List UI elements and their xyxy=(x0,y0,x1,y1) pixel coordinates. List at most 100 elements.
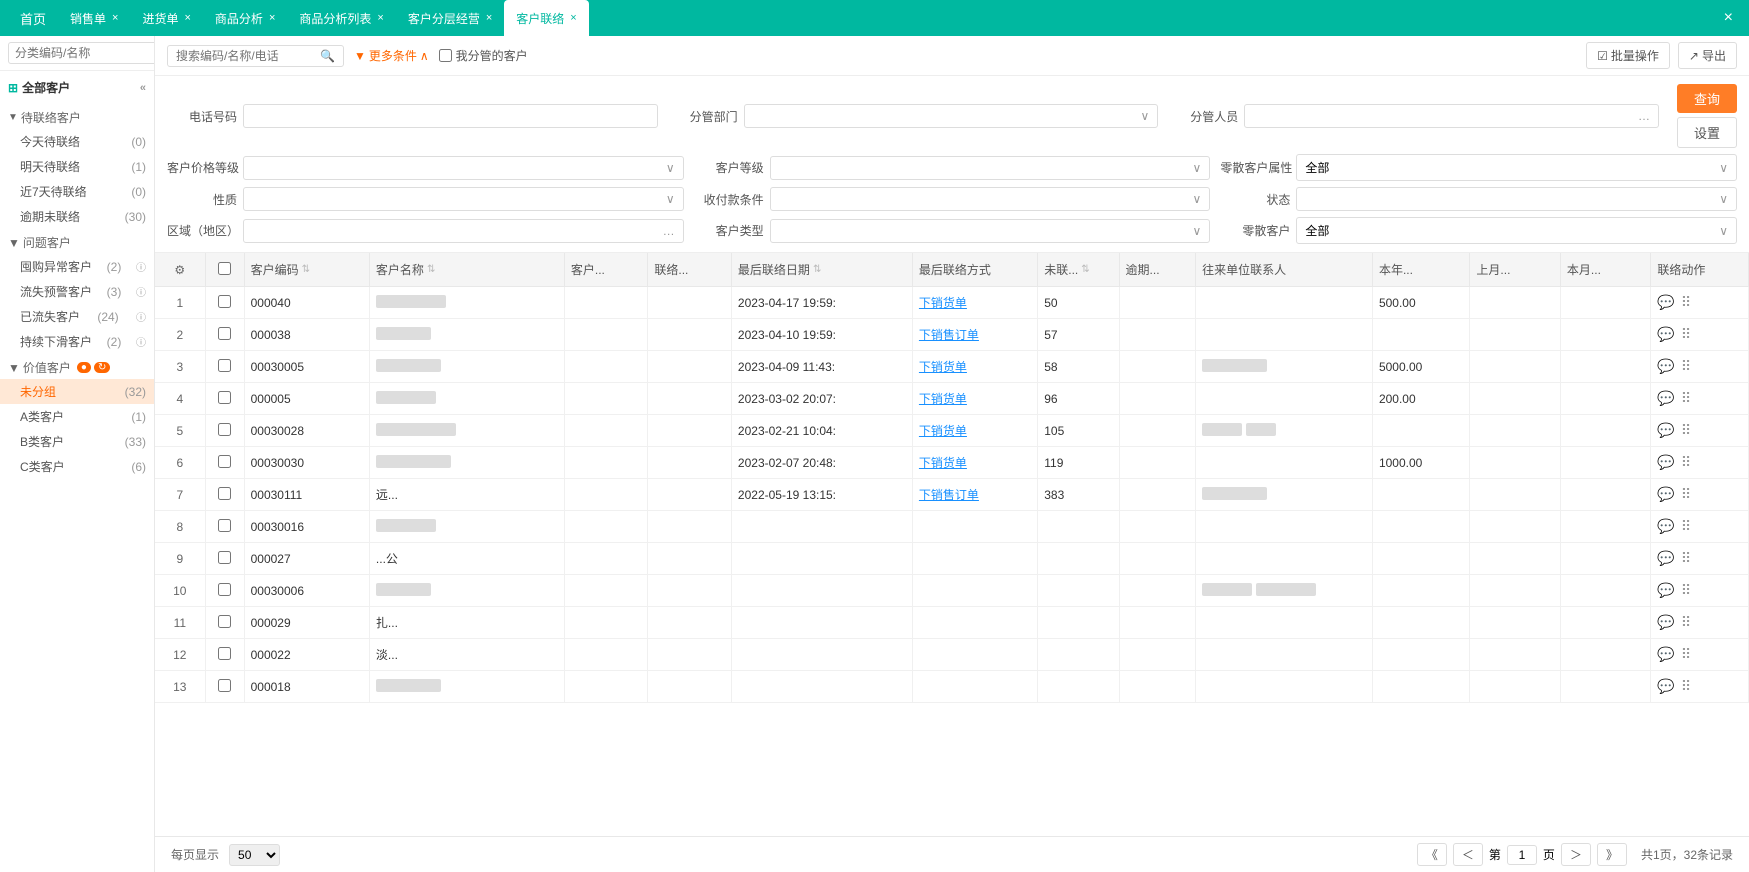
cell-lastway[interactable] xyxy=(912,607,1037,639)
adv-customerlevel-select[interactable]: ∨ xyxy=(770,156,1211,180)
action-more-icon[interactable]: ⠿ xyxy=(1681,390,1691,407)
action-chat-icon[interactable]: 💬 xyxy=(1657,646,1674,663)
export-button[interactable]: ↗ 导出 xyxy=(1678,42,1737,69)
last-page-btn[interactable]: 》 xyxy=(1597,843,1627,866)
cell-cb[interactable] xyxy=(205,383,244,415)
tab-customercontact[interactable]: 客户联络 × xyxy=(504,0,588,36)
cell-lastway[interactable] xyxy=(912,671,1037,703)
action-more-icon[interactable]: ⠿ xyxy=(1681,358,1691,375)
sidebar-item-b-type[interactable]: B类客户(33) xyxy=(0,429,154,454)
action-chat-icon[interactable]: 💬 xyxy=(1657,358,1674,375)
close-customersegment-icon[interactable]: × xyxy=(486,12,492,24)
sidebar-group-problem-title[interactable]: ▼ 问题客户 xyxy=(0,229,154,254)
adv-pricelevel-select[interactable]: ∨ xyxy=(243,156,684,180)
action-chat-icon[interactable]: 💬 xyxy=(1657,326,1674,343)
action-chat-icon[interactable]: 💬 xyxy=(1657,454,1674,471)
adv-custtype-select[interactable]: ∨ xyxy=(770,219,1211,243)
filter-mine-checkbox[interactable]: 我分管的客户 xyxy=(439,47,528,64)
close-salesorder-icon[interactable]: × xyxy=(112,12,118,24)
th-type[interactable]: 客户... xyxy=(564,253,648,287)
cell-cb[interactable] xyxy=(205,607,244,639)
tab-salesorder[interactable]: 销售单 × xyxy=(58,0,130,36)
adv-dept-select[interactable]: ∨ xyxy=(744,104,1159,128)
cell-cb[interactable] xyxy=(205,543,244,575)
action-more-icon[interactable]: ⠿ xyxy=(1681,646,1691,663)
cell-cb[interactable] xyxy=(205,287,244,319)
filter-search-icon[interactable]: 🔍 xyxy=(320,49,335,63)
cell-lastway[interactable] xyxy=(912,511,1037,543)
tab-productanalysislist[interactable]: 商品分析列表 × xyxy=(287,0,395,36)
filter-search-input[interactable] xyxy=(176,49,316,63)
sidebar-group-pending-title[interactable]: ▼ 待联络客户 xyxy=(0,104,154,129)
cell-lastway[interactable]: 下销货单 xyxy=(912,447,1037,479)
adv-region-select[interactable]: … xyxy=(243,219,684,243)
action-more-icon[interactable]: ⠿ xyxy=(1681,518,1691,535)
close-productanalysis-icon[interactable]: × xyxy=(269,12,275,24)
action-more-icon[interactable]: ⠿ xyxy=(1681,486,1691,503)
sidebar-item-churned[interactable]: 已流失客户(24) ⓘ xyxy=(0,304,154,329)
cell-cb[interactable] xyxy=(205,479,244,511)
th-name[interactable]: 客户名称 ⇅ xyxy=(369,253,564,287)
adv-nature-select[interactable]: ∨ xyxy=(243,187,684,211)
page-size-select[interactable]: 50 100 xyxy=(229,844,280,866)
cell-cb[interactable] xyxy=(205,639,244,671)
th-partner[interactable]: 往来单位联系人 xyxy=(1196,253,1373,287)
sidebar-group-value-title[interactable]: ▼ 价值客户 ● ↻ xyxy=(0,354,154,379)
first-page-btn[interactable]: 《 xyxy=(1417,843,1447,866)
cell-lastway[interactable] xyxy=(912,639,1037,671)
action-more-icon[interactable]: ⠿ xyxy=(1681,550,1691,567)
th-lastway[interactable]: 最后联络方式 xyxy=(912,253,1037,287)
cell-lastway[interactable] xyxy=(912,575,1037,607)
action-chat-icon[interactable]: 💬 xyxy=(1657,486,1674,503)
prev-page-btn[interactable]: ＜ xyxy=(1453,843,1483,866)
th-checkbox[interactable] xyxy=(205,253,244,287)
sidebar-collapse-icon[interactable]: « xyxy=(140,82,146,94)
sidebar-item-churnwarning[interactable]: 流失预警客户(3) ⓘ xyxy=(0,279,154,304)
page-input[interactable] xyxy=(1507,845,1537,865)
sidebar-item-today[interactable]: 今天待联络(0) xyxy=(0,129,154,154)
cell-cb[interactable] xyxy=(205,511,244,543)
action-chat-icon[interactable]: 💬 xyxy=(1657,582,1674,599)
cell-lastway[interactable]: 下销售订单 xyxy=(912,479,1037,511)
tab-productanalysis[interactable]: 商品分析 × xyxy=(203,0,287,36)
close-all-icon[interactable]: × xyxy=(1716,9,1741,27)
cell-cb[interactable] xyxy=(205,319,244,351)
th-code[interactable]: 客户编码 ⇅ xyxy=(244,253,369,287)
settings-gear-icon[interactable]: ⚙ xyxy=(174,263,185,277)
th-thismonth[interactable]: 本月... xyxy=(1560,253,1651,287)
th-settings[interactable]: ⚙ xyxy=(155,253,205,287)
cell-cb[interactable] xyxy=(205,351,244,383)
th-thisyear[interactable]: 本年... xyxy=(1372,253,1469,287)
tab-home[interactable]: 首页 xyxy=(8,9,58,28)
action-more-icon[interactable]: ⠿ xyxy=(1681,614,1691,631)
cell-lastway[interactable]: 下销售订单 xyxy=(912,319,1037,351)
adv-phone-input[interactable] xyxy=(243,104,658,128)
th-days[interactable]: 未联... ⇅ xyxy=(1038,253,1119,287)
action-more-icon[interactable]: ⠿ xyxy=(1681,678,1691,695)
cell-lastway[interactable]: 下销货单 xyxy=(912,351,1037,383)
action-more-icon[interactable]: ⠿ xyxy=(1681,582,1691,599)
action-chat-icon[interactable]: 💬 xyxy=(1657,550,1674,567)
adv-scatter-select[interactable]: 全部∨ xyxy=(1296,217,1737,244)
sidebar-item-nogroup[interactable]: 未分组(32) xyxy=(0,379,154,404)
sidebar-item-overdue[interactable]: 逾期未联络(30) xyxy=(0,204,154,229)
action-chat-icon[interactable]: 💬 xyxy=(1657,422,1674,439)
batch-op-button[interactable]: ☑ 批量操作 xyxy=(1586,42,1670,69)
filter-search-box[interactable]: 🔍 xyxy=(167,45,344,67)
close-productanalysislist-icon[interactable]: × xyxy=(377,12,383,24)
next-page-btn[interactable]: ＞ xyxy=(1561,843,1591,866)
sidebar-item-a-type[interactable]: A类客户(1) xyxy=(0,404,154,429)
action-more-icon[interactable]: ⠿ xyxy=(1681,294,1691,311)
sidebar-search-input[interactable] xyxy=(8,42,155,64)
sidebar-item-7days[interactable]: 近7天待联络(0) xyxy=(0,179,154,204)
sidebar-item-hoarding[interactable]: 囤购异常客户(2) ⓘ xyxy=(0,254,154,279)
cell-cb[interactable] xyxy=(205,447,244,479)
close-customercontact-icon[interactable]: × xyxy=(570,12,576,24)
close-purchaseorder-icon[interactable]: × xyxy=(184,12,190,24)
action-chat-icon[interactable]: 💬 xyxy=(1657,614,1674,631)
select-all-checkbox[interactable] xyxy=(218,262,231,275)
query-button[interactable]: 查询 xyxy=(1677,84,1737,113)
adv-payment-select[interactable]: ∨ xyxy=(770,187,1211,211)
adv-scatterattr-select[interactable]: 全部∨ xyxy=(1296,154,1737,181)
th-overdue[interactable]: 逾期... xyxy=(1119,253,1196,287)
